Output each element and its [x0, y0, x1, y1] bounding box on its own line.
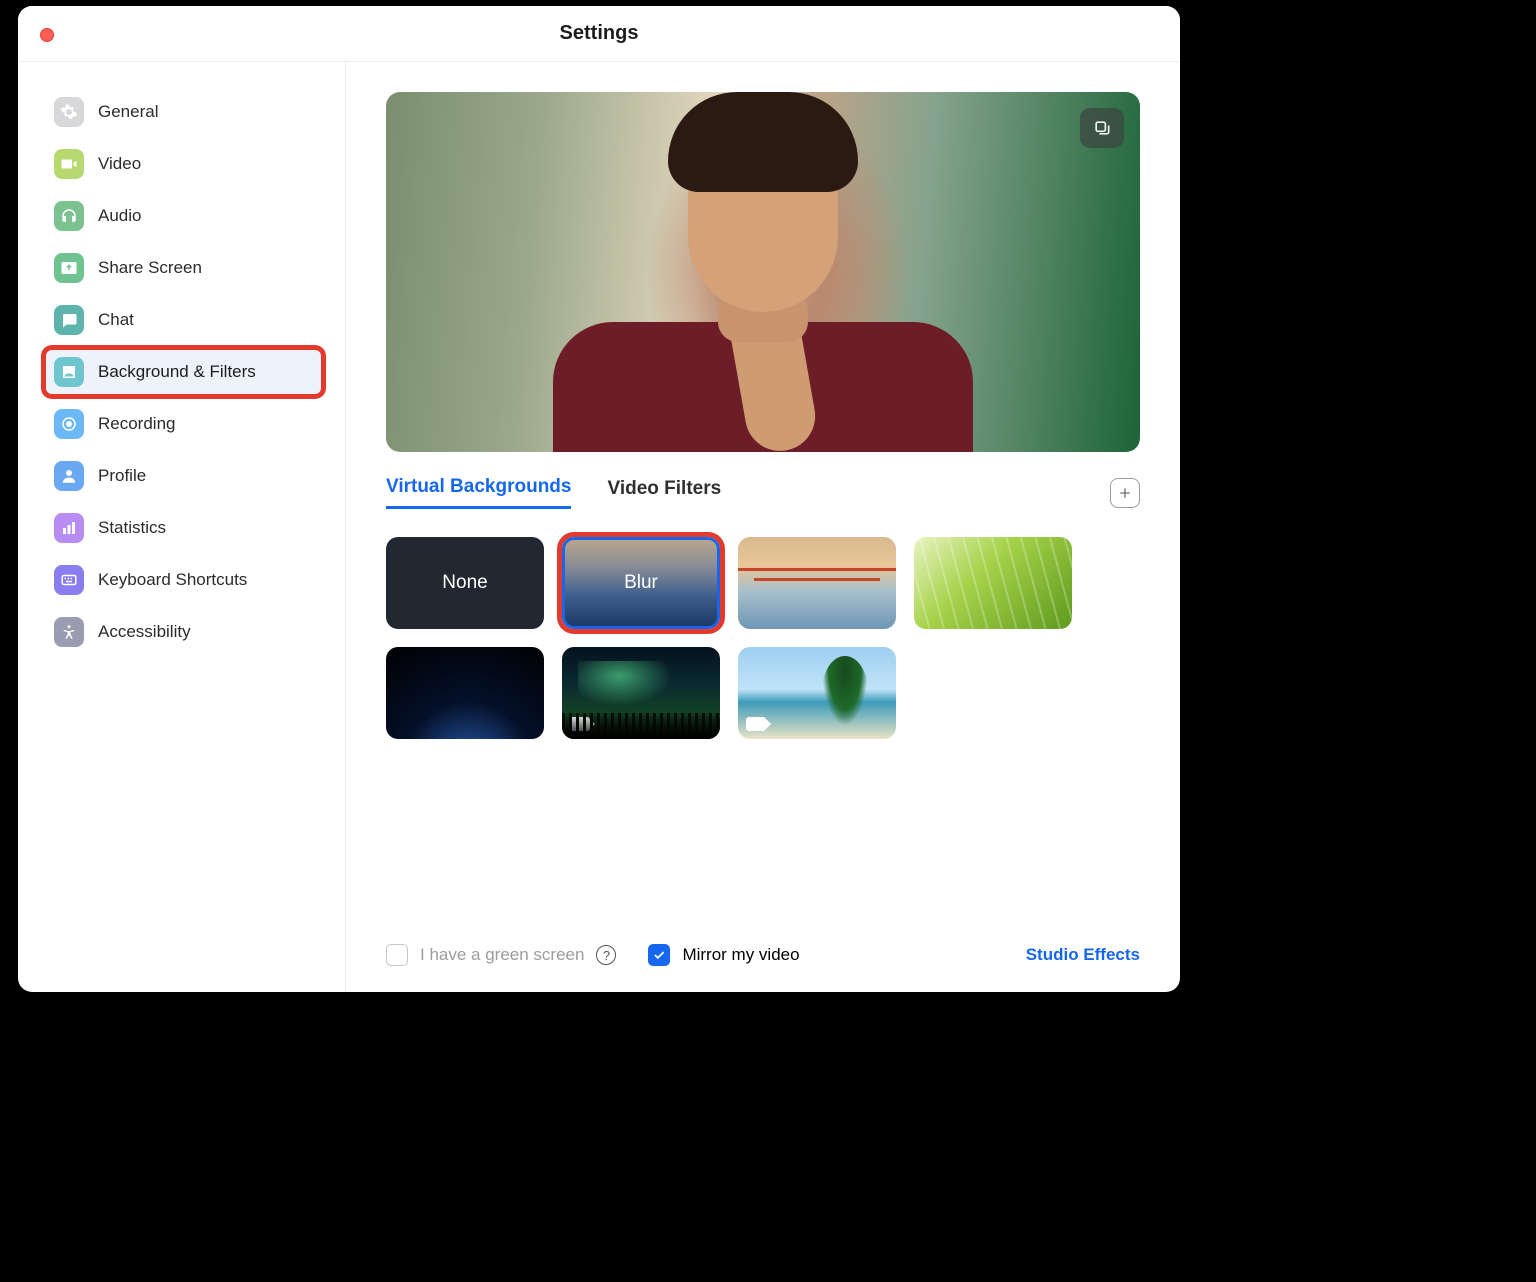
green-screen-help-button[interactable]: ? — [596, 945, 616, 965]
titlebar: Settings — [18, 6, 1180, 62]
background-option-grass[interactable] — [914, 537, 1072, 629]
video-preview — [386, 92, 1140, 452]
rotate-camera-button[interactable] — [1080, 108, 1124, 148]
headphones-icon — [54, 201, 84, 231]
close-window-button[interactable] — [40, 28, 54, 42]
green-screen-checkbox[interactable] — [386, 944, 408, 966]
accessibility-icon — [54, 617, 84, 647]
sidebar-item-label: Recording — [98, 414, 176, 434]
sidebar-item-background-filters[interactable]: Background & Filters — [46, 350, 321, 394]
sidebar-item-keyboard-shortcuts[interactable]: Keyboard Shortcuts — [46, 558, 321, 602]
sidebar-item-audio[interactable]: Audio — [46, 194, 321, 238]
main-panel: Virtual Backgrounds Video Filters None B… — [346, 62, 1180, 992]
add-background-button[interactable] — [1110, 478, 1140, 508]
background-option-none[interactable]: None — [386, 537, 544, 629]
sidebar-item-label: Video — [98, 154, 141, 174]
window-body: General Video Audio Share Screen — [18, 62, 1180, 992]
tab-virtual-backgrounds[interactable]: Virtual Backgrounds — [386, 476, 571, 509]
sidebar-item-share-screen[interactable]: Share Screen — [46, 246, 321, 290]
sidebar-item-label: Keyboard Shortcuts — [98, 570, 247, 590]
studio-effects-link[interactable]: Studio Effects — [1026, 945, 1140, 965]
video-marker-icon — [570, 717, 590, 731]
sidebar-item-label: Background & Filters — [98, 362, 256, 382]
background-option-label: Blur — [624, 572, 658, 594]
video-camera-icon — [54, 149, 84, 179]
bar-chart-icon — [54, 513, 84, 543]
chat-bubble-icon — [54, 305, 84, 335]
window-title: Settings — [560, 22, 639, 45]
person-icon — [54, 461, 84, 491]
sidebar-item-label: Accessibility — [98, 622, 191, 642]
background-option-blur[interactable]: Blur — [562, 537, 720, 629]
tabs-row: Virtual Backgrounds Video Filters — [386, 476, 1140, 509]
green-screen-label: I have a green screen — [420, 945, 584, 965]
sidebar: General Video Audio Share Screen — [18, 62, 346, 992]
video-marker-icon — [746, 717, 766, 731]
footer-row: I have a green screen ? Mirror my video … — [386, 924, 1140, 966]
background-option-golden-gate[interactable] — [738, 537, 896, 629]
sidebar-item-label: Audio — [98, 206, 141, 226]
background-option-earth[interactable] — [386, 647, 544, 739]
mirror-video-checkbox[interactable] — [648, 944, 670, 966]
keyboard-icon — [54, 565, 84, 595]
tab-video-filters[interactable]: Video Filters — [607, 478, 721, 508]
sidebar-item-label: Share Screen — [98, 258, 202, 278]
sidebar-item-general[interactable]: General — [46, 90, 321, 134]
background-grid: None Blur — [386, 537, 1140, 739]
sidebar-item-label: Chat — [98, 310, 134, 330]
person-frame-icon — [54, 357, 84, 387]
sidebar-item-label: General — [98, 102, 158, 122]
background-option-beach[interactable] — [738, 647, 896, 739]
sidebar-item-label: Statistics — [98, 518, 166, 538]
sidebar-item-video[interactable]: Video — [46, 142, 321, 186]
sidebar-item-profile[interactable]: Profile — [46, 454, 321, 498]
sidebar-item-statistics[interactable]: Statistics — [46, 506, 321, 550]
settings-window: Settings General Video Audio — [18, 6, 1180, 992]
background-option-northern-lights[interactable] — [562, 647, 720, 739]
sidebar-item-recording[interactable]: Recording — [46, 402, 321, 446]
sidebar-item-accessibility[interactable]: Accessibility — [46, 610, 321, 654]
preview-person-illustration — [553, 122, 973, 452]
sidebar-item-label: Profile — [98, 466, 146, 486]
background-option-label: None — [442, 572, 487, 594]
mirror-video-label: Mirror my video — [682, 945, 799, 965]
record-icon — [54, 409, 84, 439]
gear-icon — [54, 97, 84, 127]
sidebar-item-chat[interactable]: Chat — [46, 298, 321, 342]
share-screen-icon — [54, 253, 84, 283]
